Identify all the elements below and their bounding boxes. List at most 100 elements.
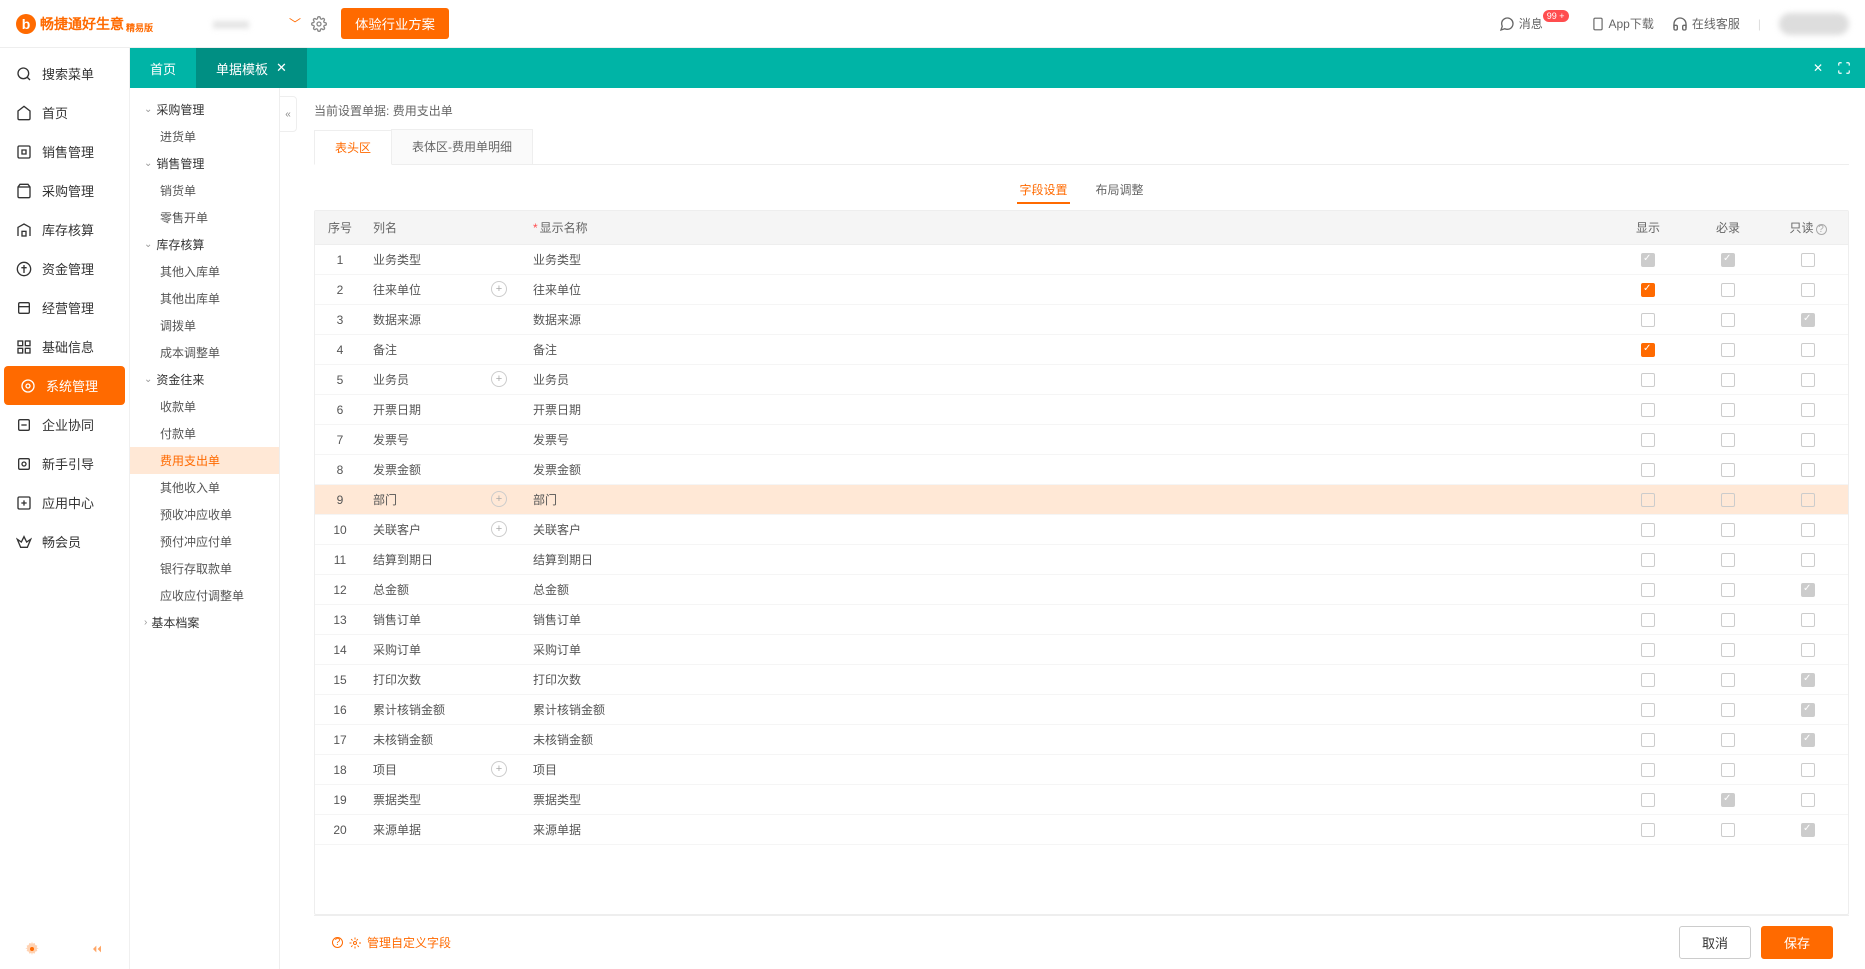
tree-item[interactable]: 进货单 bbox=[130, 123, 279, 150]
tree-item[interactable]: 其他收入单 bbox=[130, 474, 279, 501]
checkbox[interactable] bbox=[1641, 763, 1655, 777]
checkbox[interactable] bbox=[1641, 403, 1655, 417]
tree-item[interactable]: 费用支出单 bbox=[130, 447, 279, 474]
save-button[interactable]: 保存 bbox=[1761, 926, 1833, 959]
tree-item[interactable]: 其他入库单 bbox=[130, 258, 279, 285]
checkbox[interactable] bbox=[1801, 343, 1815, 357]
tree-group[interactable]: ⌄库存核算 bbox=[130, 231, 279, 258]
table-row[interactable]: 6开票日期开票日期 bbox=[315, 395, 1848, 425]
table-row[interactable]: 17未核销金额未核销金额 bbox=[315, 725, 1848, 755]
tree-item[interactable]: 银行存取款单 bbox=[130, 555, 279, 582]
table-row[interactable]: 16累计核销金额累计核销金额 bbox=[315, 695, 1848, 725]
checkbox[interactable] bbox=[1721, 553, 1735, 567]
nav-item-coop[interactable]: 企业协同 bbox=[0, 405, 129, 444]
messages-button[interactable]: 消息 99 + bbox=[1499, 15, 1573, 32]
table-row[interactable]: 12总金额总金额 bbox=[315, 575, 1848, 605]
nav-item-sales[interactable]: 销售管理 bbox=[0, 132, 129, 171]
tree-item[interactable]: 预付冲应付单 bbox=[130, 528, 279, 555]
checkbox[interactable] bbox=[1721, 493, 1735, 507]
manage-custom-fields-link[interactable]: 管理自定义字段 bbox=[367, 934, 451, 951]
checkbox[interactable] bbox=[1641, 703, 1655, 717]
nav-item-vip[interactable]: 畅会员 bbox=[0, 522, 129, 561]
tree-item[interactable]: 销货单 bbox=[130, 177, 279, 204]
checkbox[interactable] bbox=[1801, 763, 1815, 777]
gear-icon[interactable] bbox=[311, 16, 327, 32]
checkbox[interactable] bbox=[1721, 313, 1735, 327]
checkbox[interactable] bbox=[1721, 403, 1735, 417]
online-service-button[interactable]: 在线客服 bbox=[1672, 15, 1740, 32]
checkbox[interactable] bbox=[1801, 493, 1815, 507]
nav-item-base[interactable]: 基础信息 bbox=[0, 327, 129, 366]
nav-item-stock[interactable]: 库存核算 bbox=[0, 210, 129, 249]
section-tab[interactable]: 表头区 bbox=[314, 130, 392, 165]
settings-gear-icon[interactable] bbox=[24, 941, 40, 957]
tree-item[interactable]: 零售开单 bbox=[130, 204, 279, 231]
checkbox[interactable] bbox=[1721, 673, 1735, 687]
checkbox[interactable] bbox=[1721, 763, 1735, 777]
table-row[interactable]: 18项目+项目 bbox=[315, 755, 1848, 785]
checkbox[interactable] bbox=[1641, 793, 1655, 807]
checkbox[interactable] bbox=[1641, 613, 1655, 627]
table-row[interactable]: 7发票号发票号 bbox=[315, 425, 1848, 455]
nav-item-fund[interactable]: 资金管理 bbox=[0, 249, 129, 288]
nav-item-home[interactable]: 首页 bbox=[0, 93, 129, 132]
mode-tab[interactable]: 布局调整 bbox=[1094, 177, 1146, 204]
checkbox[interactable] bbox=[1641, 493, 1655, 507]
table-row[interactable]: 19票据类型票据类型 bbox=[315, 785, 1848, 815]
table-row[interactable]: 10关联客户+关联客户 bbox=[315, 515, 1848, 545]
checkbox[interactable] bbox=[1641, 433, 1655, 447]
tree-group[interactable]: ⌄采购管理 bbox=[130, 96, 279, 123]
checkbox[interactable] bbox=[1641, 463, 1655, 477]
nav-item-guide[interactable]: 新手引导 bbox=[0, 444, 129, 483]
checkbox[interactable] bbox=[1721, 433, 1735, 447]
checkbox[interactable] bbox=[1641, 523, 1655, 537]
tree-group[interactable]: ›基本档案 bbox=[130, 609, 279, 636]
close-all-tabs-icon[interactable]: ✕ bbox=[1813, 61, 1823, 75]
checkbox[interactable] bbox=[1801, 253, 1815, 267]
tab-home[interactable]: 首页 bbox=[130, 48, 196, 88]
collapse-tree-button[interactable]: « bbox=[279, 96, 297, 132]
table-row[interactable]: 20来源单据来源单据 bbox=[315, 815, 1848, 845]
checkbox[interactable] bbox=[1641, 553, 1655, 567]
tree-group[interactable]: ⌄销售管理 bbox=[130, 150, 279, 177]
checkbox[interactable] bbox=[1721, 523, 1735, 537]
checkbox[interactable] bbox=[1641, 283, 1655, 297]
section-tab[interactable]: 表体区-费用单明细 bbox=[391, 129, 533, 164]
checkbox[interactable] bbox=[1641, 313, 1655, 327]
tree-item[interactable]: 付款单 bbox=[130, 420, 279, 447]
try-solution-button[interactable]: 体验行业方案 bbox=[341, 8, 449, 39]
checkbox[interactable] bbox=[1801, 523, 1815, 537]
checkbox[interactable] bbox=[1721, 373, 1735, 387]
tree-item[interactable]: 应收应付调整单 bbox=[130, 582, 279, 609]
fullscreen-icon[interactable] bbox=[1837, 61, 1851, 75]
nav-item-purchase[interactable]: 采购管理 bbox=[0, 171, 129, 210]
checkbox[interactable] bbox=[1641, 583, 1655, 597]
tree-item[interactable]: 收款单 bbox=[130, 393, 279, 420]
add-icon[interactable]: + bbox=[491, 491, 507, 507]
checkbox[interactable] bbox=[1641, 373, 1655, 387]
table-row[interactable]: 4备注备注 bbox=[315, 335, 1848, 365]
checkbox[interactable] bbox=[1641, 823, 1655, 837]
tree-item[interactable]: 调拨单 bbox=[130, 312, 279, 339]
checkbox[interactable] bbox=[1721, 583, 1735, 597]
tree-group[interactable]: ⌄资金往来 bbox=[130, 366, 279, 393]
checkbox[interactable] bbox=[1641, 343, 1655, 357]
tree-item[interactable]: 其他出库单 bbox=[130, 285, 279, 312]
checkbox[interactable] bbox=[1801, 463, 1815, 477]
table-row[interactable]: 3数据来源数据来源 bbox=[315, 305, 1848, 335]
add-icon[interactable]: + bbox=[491, 521, 507, 537]
cancel-button[interactable]: 取消 bbox=[1679, 926, 1751, 959]
nav-item-search[interactable]: 搜索菜单 bbox=[0, 54, 129, 93]
checkbox[interactable] bbox=[1801, 373, 1815, 387]
nav-item-sys[interactable]: 系统管理 bbox=[4, 366, 125, 405]
tab-bill-template[interactable]: 单据模板 ✕ bbox=[196, 48, 307, 88]
add-icon[interactable]: + bbox=[491, 761, 507, 777]
nav-item-appc[interactable]: 应用中心 bbox=[0, 483, 129, 522]
add-icon[interactable]: + bbox=[491, 371, 507, 387]
checkbox[interactable] bbox=[1641, 643, 1655, 657]
checkbox[interactable] bbox=[1801, 433, 1815, 447]
checkbox[interactable] bbox=[1721, 823, 1735, 837]
checkbox[interactable] bbox=[1721, 613, 1735, 627]
tree-item[interactable]: 成本调整单 bbox=[130, 339, 279, 366]
app-download-button[interactable]: App下载 bbox=[1591, 15, 1654, 32]
